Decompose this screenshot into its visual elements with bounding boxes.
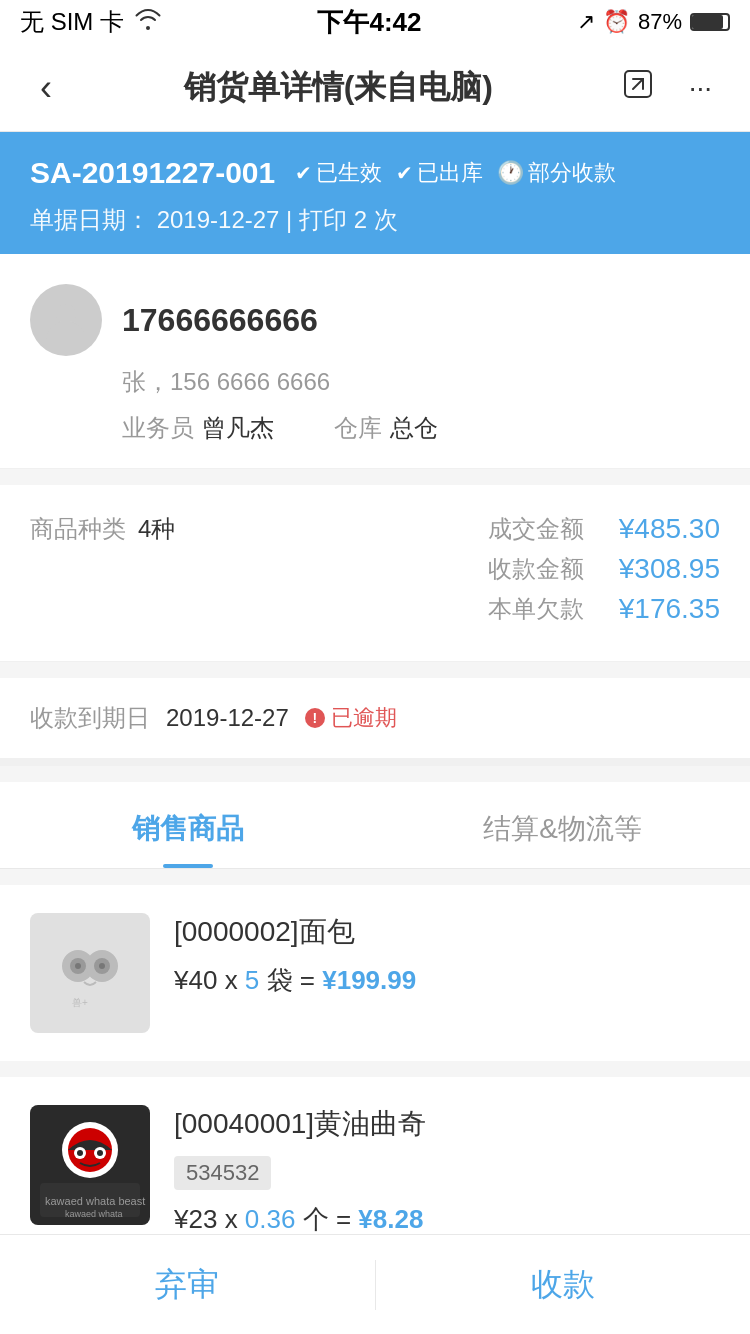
tab-settlement[interactable]: 结算&物流等 <box>375 782 750 868</box>
nav-actions: ··· <box>615 61 720 114</box>
amount-row: 成交金额 ¥485.30 <box>488 513 720 545</box>
overdue-icon: ! <box>305 708 325 728</box>
confirm-button[interactable]: 收款 <box>376 1243 751 1327</box>
order-date: 2019-12-27 <box>157 206 280 233</box>
alarm-icon: ⏰ <box>603 9 630 35</box>
customer-meta: 业务员 曾凡杰 仓库 总仓 <box>122 412 720 444</box>
list-item: 兽+ [0000002]面包 ¥40 x 5 袋 = ¥199.99 <box>0 885 750 1061</box>
debt-label: 本单欠款 <box>488 593 584 625</box>
due-section: 收款到期日 2019-12-27 ! 已逾期 <box>0 678 750 766</box>
more-button[interactable]: ··· <box>681 64 720 112</box>
back-button[interactable]: ‹ <box>30 57 62 119</box>
price-base-2: ¥23 <box>174 1204 217 1234</box>
received-value: ¥308.95 <box>600 553 720 585</box>
summary-row: 商品种类 4种 成交金额 ¥485.30 收款金额 ¥308.95 本单欠款 ¥… <box>30 513 720 633</box>
page-title: 销货单详情(来自电脑) <box>184 66 493 110</box>
received-label: 收款金额 <box>488 553 584 585</box>
order-header: SA-20191227-001 ✔ 已生效 ✔ 已出库 🕐 部分收款 单据日期：… <box>0 132 750 254</box>
product-info-2: [00040001]黄油曲奇 534532 ¥23 x 0.36 个 = ¥8.… <box>174 1105 720 1237</box>
status-bar: 无 SIM 卡 下午4:42 ↗ ⏰ 87% <box>0 0 750 44</box>
date-label: 单据日期： <box>30 206 150 233</box>
overdue-badge: ! 已逾期 <box>305 703 397 733</box>
due-date: 2019-12-27 <box>166 704 289 732</box>
due-row: 收款到期日 2019-12-27 ! 已逾期 <box>30 702 720 734</box>
svg-point-6 <box>75 963 81 969</box>
status-shipped: ✔ 已出库 <box>396 158 483 188</box>
sales-label: 业务员 <box>122 412 194 444</box>
svg-point-14 <box>77 1150 83 1156</box>
avatar <box>30 284 102 356</box>
product-type-item: 商品种类 4种 <box>30 513 175 545</box>
price-base-1: ¥40 <box>174 965 217 995</box>
status-partial: 🕐 部分收款 <box>497 158 616 188</box>
order-header-top: SA-20191227-001 ✔ 已生效 ✔ 已出库 🕐 部分收款 <box>30 156 720 190</box>
received-row: 收款金额 ¥308.95 <box>488 553 720 585</box>
check-icon-shipped: ✔ <box>396 161 413 185</box>
svg-text:兽+: 兽+ <box>72 997 88 1008</box>
print-info: 打印 2 次 <box>299 206 398 233</box>
nav-bar: ‹ 销货单详情(来自电脑) ··· <box>0 44 750 132</box>
summary-right: 成交金额 ¥485.30 收款金额 ¥308.95 本单欠款 ¥176.35 <box>488 513 720 633</box>
due-label: 收款到期日 <box>30 702 150 734</box>
svg-point-7 <box>99 963 105 969</box>
product-image-placeholder-1: 兽+ <box>30 913 150 1033</box>
product-price-1: ¥40 x 5 袋 = ¥199.99 <box>174 963 720 998</box>
product-image-1: 兽+ <box>30 913 150 1033</box>
product-price-2: ¥23 x 0.36 个 = ¥8.28 <box>174 1202 720 1237</box>
amount-label: 成交金额 <box>488 513 584 545</box>
product-type-value: 4种 <box>138 513 175 545</box>
location-icon: ↗ <box>577 9 595 35</box>
svg-text:kawaed whata: kawaed whata <box>65 1209 123 1219</box>
sales-value: 曾凡杰 <box>202 412 274 444</box>
warehouse-meta: 仓库 总仓 <box>334 412 438 444</box>
product-info-1: [0000002]面包 ¥40 x 5 袋 = ¥199.99 <box>174 913 720 998</box>
battery-indicator <box>690 13 730 31</box>
product-name-2: [00040001]黄油曲奇 <box>174 1105 720 1143</box>
total-2: ¥8.28 <box>358 1204 423 1234</box>
total-1: ¥199.99 <box>322 965 416 995</box>
tabs-bar: 销售商品 结算&物流等 <box>0 782 750 869</box>
svg-point-15 <box>97 1150 103 1156</box>
customer-section: 17666666666 张，156 6666 6666 业务员 曾凡杰 仓库 总… <box>0 254 750 469</box>
warehouse-value: 总仓 <box>390 412 438 444</box>
status-bar-time: 下午4:42 <box>317 5 421 40</box>
cancel-button[interactable]: 弃审 <box>0 1243 375 1327</box>
sales-meta: 业务员 曾凡杰 <box>122 412 274 444</box>
amount-value: ¥485.30 <box>600 513 720 545</box>
status-bar-right: ↗ ⏰ 87% <box>577 9 730 35</box>
carrier-text: 无 SIM 卡 <box>20 6 124 38</box>
debt-row: 本单欠款 ¥176.35 <box>488 593 720 625</box>
customer-row: 17666666666 <box>30 284 720 356</box>
customer-name: 17666666666 <box>122 302 318 339</box>
separator: | <box>286 206 299 233</box>
wifi-icon <box>134 8 162 36</box>
share-button[interactable] <box>615 61 661 114</box>
debt-value: ¥176.35 <box>600 593 720 625</box>
status-active: ✔ 已生效 <box>295 158 382 188</box>
order-id: SA-20191227-001 <box>30 156 275 190</box>
summary-left: 商品种类 4种 <box>30 513 175 551</box>
summary-section: 商品种类 4种 成交金额 ¥485.30 收款金额 ¥308.95 本单欠款 ¥… <box>0 485 750 662</box>
qty-1: 5 <box>245 965 259 995</box>
unit-2: 个 <box>303 1204 329 1234</box>
customer-sub: 张，156 6666 6666 <box>122 366 720 398</box>
status-tags: ✔ 已生效 ✔ 已出库 🕐 部分收款 <box>295 158 616 188</box>
battery-text: 87% <box>638 9 682 35</box>
check-icon-active: ✔ <box>295 161 312 185</box>
qty-2: 0.36 <box>245 1204 296 1234</box>
product-badge-2: 534532 <box>174 1156 271 1190</box>
product-type-label: 商品种类 <box>30 513 126 545</box>
overdue-text: 已逾期 <box>331 703 397 733</box>
bottom-bar: 弃审 收款 <box>0 1234 750 1334</box>
warehouse-label: 仓库 <box>334 412 382 444</box>
tab-products[interactable]: 销售商品 <box>0 782 375 868</box>
status-bar-left: 无 SIM 卡 <box>20 6 162 38</box>
unit-1: 袋 <box>267 965 293 995</box>
product-name-1: [0000002]面包 <box>174 913 720 951</box>
order-date-row: 单据日期： 2019-12-27 | 打印 2 次 <box>30 204 720 236</box>
clock-icon: 🕐 <box>497 160 524 186</box>
product-image-2: kawaed whata beast kawaed whata <box>30 1105 150 1225</box>
svg-text:kawaed whata beast: kawaed whata beast <box>45 1195 145 1207</box>
